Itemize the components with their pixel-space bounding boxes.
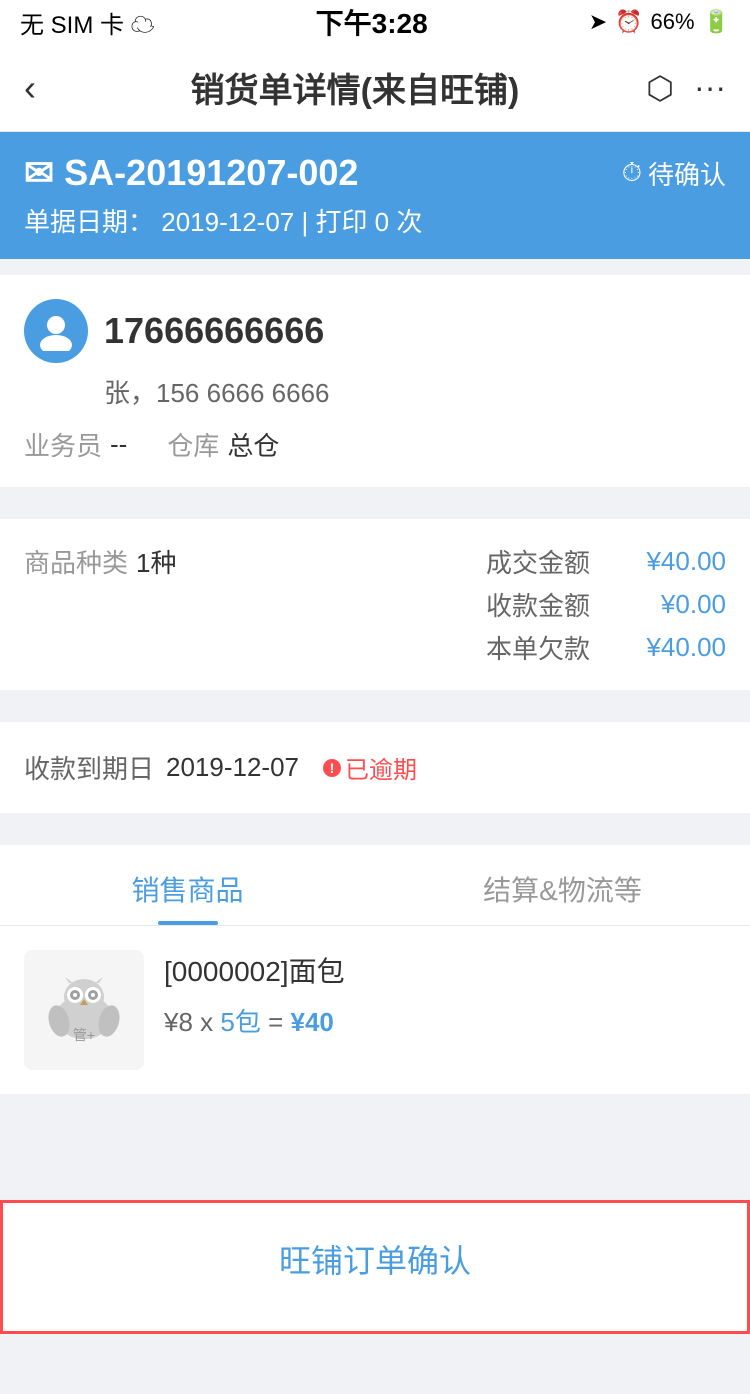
product-list: 管+ [0000002]面包 ¥8 x 5包 = ¥40 <box>0 926 750 1094</box>
status-bar: 无 SIM 卡 ☁ 下午3:28 ➤ ⏰ 66% 🔋 <box>0 0 750 44</box>
back-button[interactable]: ‹ <box>24 67 84 109</box>
sales-label: 业务员 <box>24 426 102 463</box>
divider-2 <box>0 706 750 722</box>
sim-status: 无 SIM 卡 ☁ <box>20 5 155 40</box>
product-name: [0000002]面包 <box>164 950 726 990</box>
product-info: [0000002]面包 ¥8 x 5包 = ¥40 <box>164 950 726 1039</box>
date-label: 单据日期： <box>24 207 154 237</box>
type-label: 商品种类 <box>24 543 128 580</box>
confirm-section: 旺铺订单确认 <box>0 1200 750 1334</box>
avatar <box>24 299 88 363</box>
amount-value-1: ¥0.00 <box>606 589 726 620</box>
due-date-value: 2019-12-07 <box>166 752 299 783</box>
order-status: ⏱ 待确认 <box>622 155 726 192</box>
nav-actions: ⬡ ··· <box>626 69 726 107</box>
price-unit: ¥8 <box>164 1007 193 1037</box>
multiply-symbol: x <box>200 1007 213 1037</box>
overdue-icon: ! <box>323 759 341 777</box>
product-thumbnail: 管+ <box>24 950 144 1070</box>
battery-icon: 🔋 <box>703 9 730 35</box>
tab-label-1: 结算&物流等 <box>483 875 642 906</box>
page-title: 销货单详情(来自旺铺) <box>84 63 626 112</box>
customer-name: 张，156 6666 6666 <box>104 373 726 410</box>
confirm-order-button[interactable]: 旺铺订单确认 <box>27 1219 723 1299</box>
amount-label-1: 收款金额 <box>486 586 590 623</box>
due-label: 收款到期日 <box>24 749 154 786</box>
product-qty: 5包 <box>220 1007 260 1037</box>
location-icon: ➤ <box>589 9 607 35</box>
order-id-text: SA-20191207-002 <box>64 152 358 194</box>
warehouse-value: 总仓 <box>227 426 279 463</box>
share-icon[interactable]: ⬡ <box>646 69 674 107</box>
overdue-text: 已逾期 <box>345 750 417 785</box>
customer-section: 17666666666 张，156 6666 6666 业务员 -- 仓库 总仓 <box>0 275 750 487</box>
amount-label-0: 成交金额 <box>486 543 590 580</box>
product-price: ¥8 x 5包 = ¥40 <box>164 1002 726 1039</box>
order-id-icon: ✉ <box>24 152 54 194</box>
tab-label-0: 销售商品 <box>131 875 243 906</box>
summary-amounts: 成交金额 ¥40.00 收款金额 ¥0.00 本单欠款 ¥40.00 <box>486 543 726 666</box>
print-info: | 打印 0 次 <box>301 207 422 237</box>
status-right: ➤ ⏰ 66% 🔋 <box>589 9 730 35</box>
summary-section: 商品种类 1种 成交金额 ¥40.00 收款金额 ¥0.00 本单欠款 ¥40.… <box>0 519 750 690</box>
sales-value: -- <box>110 429 127 460</box>
warehouse-label: 仓库 <box>167 426 219 463</box>
customer-phone: 17666666666 <box>104 310 324 352</box>
order-id: ✉ SA-20191207-002 <box>24 152 358 194</box>
amount-label-2: 本单欠款 <box>486 629 590 666</box>
svg-text:管+: 管+ <box>73 1027 95 1043</box>
product-total: ¥40 <box>291 1007 334 1037</box>
status-text: 待确认 <box>648 155 726 192</box>
status-time: 下午3:28 <box>316 2 428 42</box>
due-date-section: 收款到期日 2019-12-07 ! 已逾期 <box>0 722 750 813</box>
order-header-card: ✉ SA-20191207-002 ⏱ 待确认 单据日期： 2019-12-07… <box>0 132 750 259</box>
status-clock-icon: ⏱ <box>622 157 642 189</box>
more-icon[interactable]: ··· <box>694 69 726 106</box>
date-value: 2019-12-07 <box>161 207 294 237</box>
nav-bar: ‹ 销货单详情(来自旺铺) ⬡ ··· <box>0 44 750 132</box>
equals-symbol: = <box>268 1007 283 1037</box>
divider-1 <box>0 503 750 519</box>
battery-level: 66% <box>651 9 695 35</box>
amount-value-0: ¥40.00 <box>606 546 726 577</box>
table-row: 管+ [0000002]面包 ¥8 x 5包 = ¥40 <box>24 950 726 1070</box>
divider-3 <box>0 829 750 845</box>
tabs-section: 销售商品 结算&物流等 <box>0 845 750 1094</box>
type-value: 1种 <box>136 543 176 580</box>
tab-settlement[interactable]: 结算&物流等 <box>375 845 750 925</box>
status-left: 无 SIM 卡 ☁ <box>20 5 155 40</box>
tab-sales-products[interactable]: 销售商品 <box>0 845 375 925</box>
alarm-icon: ⏰ <box>615 9 642 35</box>
order-date: 单据日期： 2019-12-07 | 打印 0 次 <box>24 202 726 239</box>
tabs-header: 销售商品 结算&物流等 <box>0 845 750 926</box>
overdue-badge: ! 已逾期 <box>311 746 429 789</box>
amount-value-2: ¥40.00 <box>606 632 726 663</box>
customer-meta: 业务员 -- 仓库 总仓 <box>24 426 726 463</box>
